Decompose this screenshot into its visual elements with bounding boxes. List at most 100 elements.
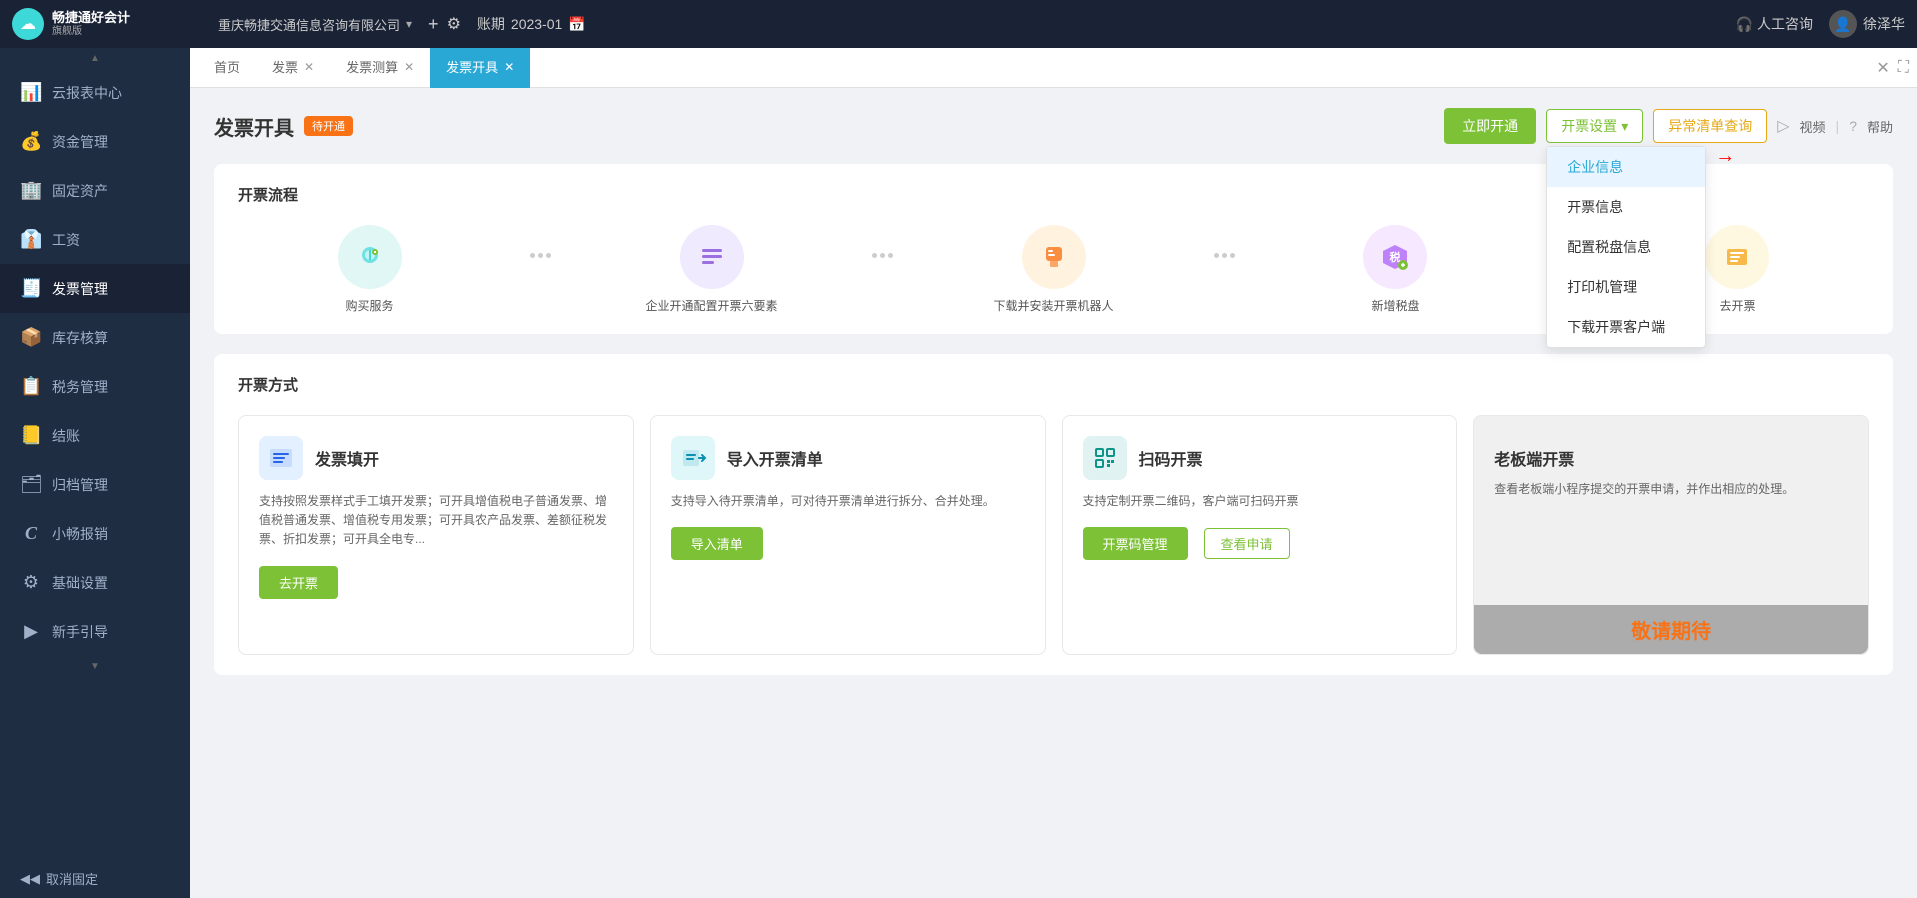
gongzi-icon: 👔 [20,229,42,250]
sidebar-scroll-up[interactable]: ▲ [0,48,190,68]
maximize-icon[interactable]: ⛶ [1898,59,1909,77]
sidebar-item-gudingzichan[interactable]: 🏢 固定资产 [0,166,190,215]
dropdown-item-dayinji[interactable]: 打印机管理 [1547,267,1705,307]
tab-fapiaokaiqu-close[interactable]: ✕ [504,60,514,74]
logo-icon: ☁ [12,8,44,40]
tab-fapiaocesuan-close[interactable]: ✕ [404,60,414,74]
flow-step-1: 购买服务 [238,225,501,314]
sidebar-item-fapiao[interactable]: 🧾 发票管理 [0,264,190,313]
dropdown-item-xiazai[interactable]: 下载开票客户端 [1547,307,1705,347]
jiezhang-icon: 📒 [20,425,42,446]
page-title-text: 发票开具 [214,112,294,141]
content-area: 首页 发票 ✕ 发票测算 ✕ 发票开具 ✕ ✕ ⛶ [190,48,1917,898]
flow-step-1-icon [338,225,402,289]
sidebar-label-jiezhang: 结账 [52,426,80,446]
sidebar-item-kucun[interactable]: 📦 库存核算 [0,313,190,362]
method-card-fill: 发票填开 支持按照发票样式手工填开发票；可开具增值税电子普通发票、增值税普通发票… [238,415,634,655]
consult-label: 人工咨询 [1757,14,1813,34]
sidebar-item-zijin[interactable]: 💰 资金管理 [0,117,190,166]
sidebar-label-xiaochang: 小畅报销 [52,524,108,544]
dropdown-item-qiye[interactable]: 企业信息 → [1547,147,1705,187]
yunbao-icon: 📊 [20,82,42,103]
sidebar-item-guidang[interactable]: 🗂 归档管理 [0,460,190,509]
company-name: 重庆畅捷交通信息咨询有限公司 [218,15,400,34]
flow-step-5-label: 去开票 [1719,297,1755,314]
separator: | [1836,118,1840,134]
settings-chevron-icon: ▾ [1621,118,1628,135]
sidebar-scroll-down[interactable]: ▼ [0,656,190,676]
sidebar-item-jiezhang[interactable]: 📒 结账 [0,411,190,460]
dropdown-item-kaipiao[interactable]: 开票信息 [1547,187,1705,227]
header-right: 🎧 人工咨询 👤 徐泽华 [1736,10,1905,38]
sidebar: ▲ 📊 云报表中心 💰 资金管理 🏢 固定资产 👔 工资 🧾 发票管理 📦 库存… [0,48,190,898]
sidebar-item-gongzi[interactable]: 👔 工资 [0,215,190,264]
help-label[interactable]: 帮助 [1867,117,1893,136]
tab-home-label: 首页 [214,57,240,76]
disabled-overlay: 敬请期待 [1474,605,1868,654]
fapiao-icon: 🧾 [20,278,42,299]
close-tab-icon[interactable]: ✕ [1876,58,1889,78]
sidebar-label-xinshou: 新手引导 [52,622,108,642]
flow-step-4-icon: 税 [1363,225,1427,289]
tab-fapiaocesuan[interactable]: 发票测算 ✕ [330,48,430,88]
method-scan-btn[interactable]: 开票码管理 [1083,527,1188,560]
sidebar-item-yunbao[interactable]: 📊 云报表中心 [0,68,190,117]
sidebar-label-guidang: 归档管理 [52,475,108,495]
sidebar-cancel-pin[interactable]: ◀◀ 取消固定 [0,859,190,898]
dropdown-item-peizhi[interactable]: 配置税盘信息 [1547,227,1705,267]
dropdown-peizhi-label: 配置税盘信息 [1567,239,1651,255]
user-area[interactable]: 👤 徐泽华 [1829,10,1905,38]
method-fill-icon [259,436,303,480]
sidebar-item-shuiwu[interactable]: 📋 税务管理 [0,362,190,411]
header-company[interactable]: 重庆畅捷交通信息咨询有限公司 ▾ [202,15,428,34]
tab-bar: 首页 发票 ✕ 发票测算 ✕ 发票开具 ✕ ✕ ⛶ [190,48,1917,88]
method-scan-btn2[interactable]: 查看申请 [1204,528,1290,559]
tab-fapiao[interactable]: 发票 ✕ [256,48,330,88]
sidebar-item-jichushezhi[interactable]: ⚙ 基础设置 [0,558,190,607]
method-import-icon [671,436,715,480]
activate-button[interactable]: 立即开通 [1444,108,1536,144]
abnormal-button[interactable]: 异常清单查询 [1653,109,1767,143]
settings-dropdown-menu: 企业信息 → 开票信息 配置税盘信息 打印机管理 [1546,146,1706,348]
page-content: 发票开具 待开通 立即开通 开票设置 ▾ 企业信息 [190,88,1917,898]
billing-methods-section: 开票方式 [214,354,1893,675]
consult-button[interactable]: 🎧 人工咨询 [1736,14,1813,34]
method-card-scan: 扫码开票 支持定制开票二维码，客户端可扫码开票 开票码管理 查看申请 [1062,415,1458,655]
svg-text:税: 税 [1390,250,1401,264]
flow-step-1-label: 购买服务 [346,297,394,314]
gudingzichan-icon: 🏢 [20,180,42,201]
sidebar-label-jichushezhi: 基础设置 [52,573,108,593]
flow-step-3: 下载并安装开票机器人 [922,225,1185,314]
tab-fapiao-close[interactable]: ✕ [304,60,314,74]
play-icon: ▷ [1777,116,1789,136]
settings-icon[interactable]: ⚙ [447,14,461,34]
zijin-icon: 💰 [20,131,42,152]
flow-step-3-label: 下载并安装开票机器人 [993,297,1113,314]
guidang-icon: 🗂 [20,474,42,495]
sidebar-label-shuiwu: 税务管理 [52,377,108,397]
video-label[interactable]: 视频 [1800,117,1826,136]
cancel-pin-label: 取消固定 [46,869,98,888]
flow-step-5-icon [1705,225,1769,289]
settings-dropdown-button[interactable]: 开票设置 ▾ [1546,109,1643,143]
flow-connector-2 [843,253,922,258]
method-card-boss: 老板端开票 查看老板端小程序提交的开票申请，并作出相应的处理。 敬请期待 [1473,415,1869,655]
company-dropdown-arrow[interactable]: ▾ [406,17,412,31]
calendar-icon[interactable]: 📅 [568,16,585,33]
method-fill-btn[interactable]: 去开票 [259,566,338,599]
method-boss-title: 老板端开票 [1494,452,1574,469]
add-button[interactable]: + [428,14,439,35]
settings-dropdown-wrapper: 开票设置 ▾ 企业信息 → 开票信息 [1546,109,1643,143]
method-scan-desc: 支持定制开票二维码，客户端可扫码开票 [1083,492,1437,511]
settings-button-label: 开票设置 [1561,116,1617,136]
sidebar-item-xinshou[interactable]: ▶ 新手引导 [0,607,190,656]
sidebar-item-xiaochang[interactable]: C 小畅报销 [0,509,190,558]
tab-home[interactable]: 首页 [198,48,256,88]
main-layout: ▲ 📊 云报表中心 💰 资金管理 🏢 固定资产 👔 工资 🧾 发票管理 📦 库存… [0,48,1917,898]
billing-methods-title: 开票方式 [238,374,1869,395]
tab-fapiaokaiqu[interactable]: 发票开具 ✕ [430,48,530,88]
sidebar-label-gudingzichan: 固定资产 [52,181,108,201]
method-import-btn[interactable]: 导入清单 [671,527,763,560]
header-period: 账期 2023-01 📅 [477,14,586,34]
page-title: 发票开具 待开通 [214,112,353,141]
